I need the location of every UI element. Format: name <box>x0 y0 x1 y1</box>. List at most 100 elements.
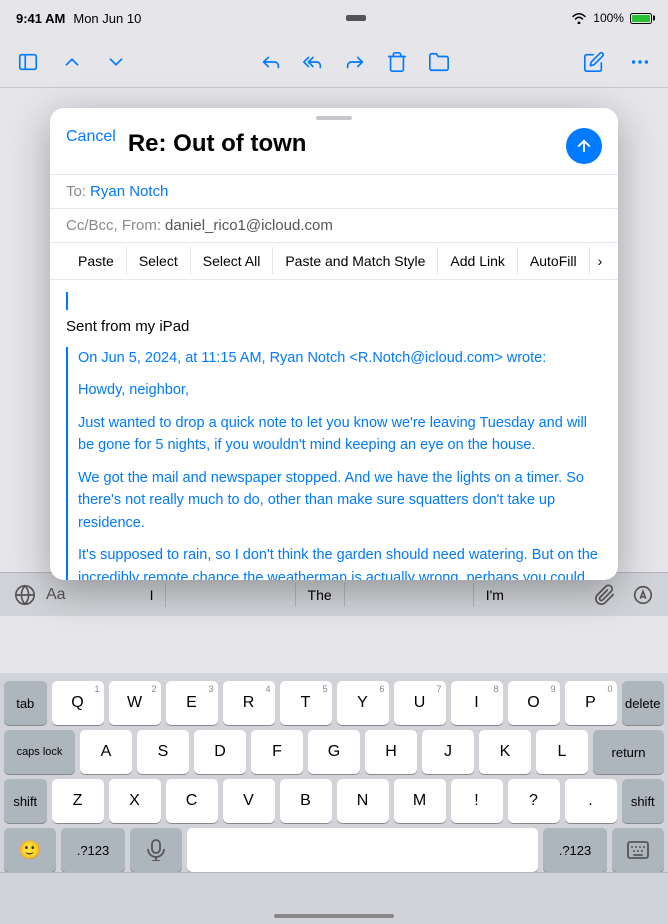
keyboard-switch-key[interactable] <box>612 828 664 872</box>
key-n[interactable]: N <box>337 779 389 823</box>
predictive-right-icons <box>588 578 660 612</box>
key-p[interactable]: 0P <box>565 681 617 725</box>
keyboard[interactable]: tab 1Q 2W 3E 4R 5T 6Y 7U 8I 9O 0P delete… <box>0 673 668 872</box>
key-l[interactable]: L <box>536 730 588 774</box>
num-switch-label: .?123 <box>77 844 110 857</box>
autofill-button[interactable]: AutoFill <box>518 247 590 275</box>
key-u[interactable]: 7U <box>394 681 446 725</box>
reply-all-button[interactable] <box>297 46 329 78</box>
key-c[interactable]: C <box>166 779 218 823</box>
attachment-button[interactable] <box>588 578 622 612</box>
key-d[interactable]: D <box>194 730 246 774</box>
modal-header: Cancel Re: Out of town <box>50 124 618 175</box>
space-key[interactable] <box>187 828 538 872</box>
cancel-button[interactable]: Cancel <box>66 128 116 146</box>
bottom-bar <box>0 872 668 924</box>
delete-key[interactable]: delete <box>622 681 665 725</box>
emoji-key[interactable]: 🙂 <box>4 828 56 872</box>
pred-word-3[interactable]: I'm <box>473 583 516 607</box>
key-j[interactable]: J <box>422 730 474 774</box>
cursor-container <box>66 292 602 310</box>
key-b[interactable]: B <box>280 779 332 823</box>
key-i[interactable]: 8I <box>451 681 503 725</box>
key-q[interactable]: 1Q <box>52 681 104 725</box>
key-a[interactable]: A <box>80 730 132 774</box>
return-key[interactable]: return <box>593 730 664 774</box>
pred-word-2[interactable]: The <box>295 583 345 607</box>
status-time: 9:41 AM <box>16 11 65 26</box>
trash-icon <box>386 51 408 73</box>
caps-lock-key[interactable]: caps lock <box>4 730 75 774</box>
tab-label: tab <box>16 697 34 710</box>
keyboard-row-4: 🙂 .?123 .?123 <box>0 828 668 872</box>
more-context-button[interactable]: › <box>590 247 611 275</box>
prev-button[interactable] <box>56 46 88 78</box>
question-key[interactable]: ? <box>508 779 560 823</box>
num-switch-key-2[interactable]: .?123 <box>543 828 607 872</box>
keyboard-row-2: caps lock A S D F G H J K L return <box>0 730 668 774</box>
quote-header: On Jun 5, 2024, at 11:15 AM, Ryan Notch … <box>78 347 602 369</box>
key-t[interactable]: 5T <box>280 681 332 725</box>
trash-button[interactable] <box>381 46 413 78</box>
context-toolbar: Paste Select Select All Paste and Match … <box>50 243 618 280</box>
compose-button[interactable] <box>578 46 610 78</box>
key-h[interactable]: H <box>365 730 417 774</box>
num-switch-key[interactable]: .?123 <box>61 828 125 872</box>
key-x[interactable]: X <box>109 779 161 823</box>
key-w[interactable]: 2W <box>109 681 161 725</box>
text-cursor <box>66 292 68 310</box>
wifi-icon <box>571 12 587 24</box>
compose-modal: Cancel Re: Out of town To: Ryan Notch Cc… <box>50 108 618 580</box>
to-field[interactable]: To: Ryan Notch <box>50 175 618 209</box>
sidebar-icon <box>17 51 39 73</box>
delete-label: delete <box>625 697 660 710</box>
select-button[interactable]: Select <box>127 247 191 275</box>
keyboard-row-1: tab 1Q 2W 3E 4R 5T 6Y 7U 8I 9O 0P delete <box>0 681 668 725</box>
key-r[interactable]: 4R <box>223 681 275 725</box>
format-button[interactable] <box>626 578 660 612</box>
key-v[interactable]: V <box>223 779 275 823</box>
key-g[interactable]: G <box>308 730 360 774</box>
key-z[interactable]: Z <box>52 779 104 823</box>
paste-button[interactable]: Paste <box>66 247 127 275</box>
cc-value: daniel_rico1@icloud.com <box>165 217 333 234</box>
key-m[interactable]: M <box>394 779 446 823</box>
key-o[interactable]: 9O <box>508 681 560 725</box>
folder-icon <box>428 51 450 73</box>
shift-right-label: shift <box>631 795 655 808</box>
folder-button[interactable] <box>423 46 455 78</box>
tab-key[interactable]: tab <box>4 681 47 725</box>
key-e[interactable]: 3E <box>166 681 218 725</box>
key-f[interactable]: F <box>251 730 303 774</box>
toolbar-right <box>578 46 656 78</box>
more-button[interactable] <box>624 46 656 78</box>
aa-label[interactable]: Aa <box>46 586 66 604</box>
add-link-button[interactable]: Add Link <box>438 247 517 275</box>
period-key[interactable]: . <box>565 779 617 823</box>
key-k[interactable]: K <box>479 730 531 774</box>
compose-body[interactable]: Sent from my iPad On Jun 5, 2024, at 11:… <box>50 280 618 580</box>
status-icons: 100% <box>571 11 652 25</box>
send-button[interactable] <box>566 128 602 164</box>
forward-button[interactable] <box>339 46 371 78</box>
key-s[interactable]: S <box>137 730 189 774</box>
cc-field[interactable]: Cc/Bcc, From: daniel_rico1@icloud.com <box>50 209 618 243</box>
paste-match-button[interactable]: Paste and Match Style <box>273 247 438 275</box>
reply-button[interactable] <box>255 46 287 78</box>
reply-icon <box>260 51 282 73</box>
emoji-globe-icon[interactable] <box>8 578 42 612</box>
more-icon <box>629 51 651 73</box>
select-all-button[interactable]: Select All <box>191 247 274 275</box>
keyboard-row-3: shift Z X C V B N M ! ? . shift <box>0 779 668 823</box>
pred-word-1[interactable]: I <box>138 583 167 607</box>
to-value: Ryan Notch <box>90 183 168 200</box>
exclamation-key[interactable]: ! <box>451 779 503 823</box>
shift-right-key[interactable]: shift <box>622 779 665 823</box>
mic-key[interactable] <box>130 828 182 872</box>
next-button[interactable] <box>100 46 132 78</box>
quote-para1: Howdy, neighbor, <box>78 379 602 401</box>
shift-left-key[interactable]: shift <box>4 779 47 823</box>
text-format-icon <box>632 584 654 606</box>
sidebar-toggle-button[interactable] <box>12 46 44 78</box>
key-y[interactable]: 6Y <box>337 681 389 725</box>
